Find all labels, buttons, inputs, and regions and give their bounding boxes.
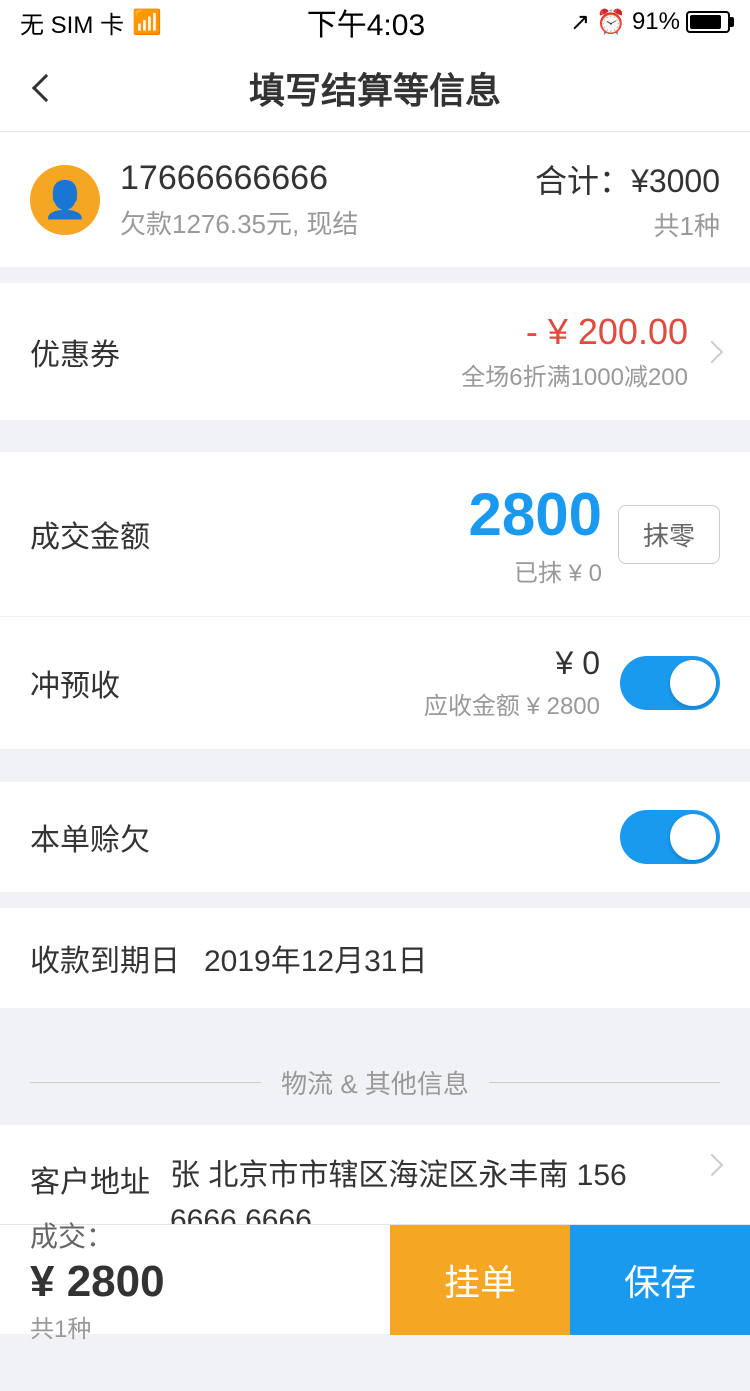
erased-wrap: 2800 已抹 ¥ 0: [469, 480, 602, 588]
avatar-icon: 👤: [43, 179, 88, 221]
chevron-right-icon: [701, 340, 724, 363]
debt-row: 本单赊欠: [0, 782, 750, 892]
battery-percent: 91%: [632, 8, 680, 36]
carrier-text: 无 SIM 卡: [20, 5, 124, 40]
user-sub-text: 欠款1276.35元, 现结: [120, 204, 358, 241]
logistics-title: 物流 & 其他信息: [281, 1064, 469, 1101]
prepay-label: 冲预收: [30, 661, 120, 705]
save-button[interactable]: 保存: [570, 1225, 750, 1335]
duedate-row: 收款到期日 2019年12月31日: [0, 908, 750, 1008]
deal-amount-value: 2800: [469, 481, 602, 548]
address-chevron-icon: [696, 1157, 720, 1173]
bottom-bar: 成交： ¥ 2800 共1种 挂单 保存: [0, 1224, 750, 1334]
deal-amount-row: 成交金额 2800 已抹 ¥ 0 抹零: [0, 452, 750, 617]
back-button[interactable]: [24, 66, 68, 110]
logistics-header: 物流 & 其他信息: [0, 1040, 750, 1125]
total-amount: 合计：¥3000: [535, 156, 720, 202]
bottom-left: 成交： ¥ 2800 共1种: [0, 1215, 390, 1344]
back-icon: [32, 73, 60, 101]
prepay-toggle-knob: [670, 660, 716, 706]
status-bar-left: 无 SIM 卡 📶: [20, 5, 162, 40]
prepay-amount-wrap: ¥ 0 应收金额 ¥ 2800: [424, 645, 600, 721]
bottom-deal-label: 成交：: [30, 1215, 360, 1255]
logistics-line-right: [489, 1082, 720, 1083]
section-divider-1: [0, 436, 750, 452]
coupon-right: - ¥ 200.00 全场6折满1000减200: [461, 311, 720, 392]
prepay-amount: ¥ 0: [424, 645, 600, 682]
alarm-icon: ⏰: [596, 8, 626, 37]
section-divider-3: [0, 1024, 750, 1040]
prepay-toggle[interactable]: [620, 656, 720, 710]
nav-bar: 填写结算等信息: [0, 44, 750, 132]
debt-label: 本单赊欠: [30, 815, 150, 859]
status-bar-time: 下午4:03: [307, 0, 425, 44]
user-card: 👤 17666666666 欠款1276.35元, 现结 合计：¥3000 共1…: [0, 132, 750, 267]
battery-icon: [686, 11, 730, 33]
coupon-amount: - ¥ 200.00: [461, 311, 688, 353]
duedate-value: 2019年12月31日: [204, 936, 427, 980]
debt-toggle-knob: [670, 814, 716, 860]
round-zero-button[interactable]: 抹零: [618, 505, 720, 564]
prepay-desc: 应收金额 ¥ 2800: [424, 686, 600, 721]
coupon-label: 优惠券: [30, 330, 120, 374]
content: 👤 17666666666 欠款1276.35元, 现结 合计：¥3000 共1…: [0, 132, 750, 1391]
section-divider-2: [0, 766, 750, 782]
prepay-row: 冲预收 ¥ 0 应收金额 ¥ 2800: [0, 617, 750, 750]
wifi-icon: 📶: [132, 8, 162, 37]
location-icon: ↗: [570, 8, 590, 37]
avatar: 👤: [30, 165, 100, 235]
prepay-right: ¥ 0 应收金额 ¥ 2800: [424, 645, 720, 721]
deal-amount-section: 成交金额 2800 已抹 ¥ 0 抹零 冲预收 ¥ 0 应收金额 ¥ 2800: [0, 452, 750, 750]
user-right: 合计：¥3000 共1种: [535, 156, 720, 243]
address-label: 客户地址: [30, 1157, 150, 1201]
page-title: 填写结算等信息: [249, 62, 501, 114]
coupon-value-wrap: - ¥ 200.00 全场6折满1000减200: [461, 311, 688, 392]
deal-amount-label: 成交金额: [30, 512, 150, 556]
status-bar-right: ↗ ⏰ 91%: [570, 8, 730, 37]
hang-button[interactable]: 挂单: [390, 1225, 570, 1335]
status-bar: 无 SIM 卡 📶 下午4:03 ↗ ⏰ 91%: [0, 0, 750, 44]
erased-text: 已抹 ¥ 0: [469, 553, 602, 588]
logistics-line-left: [30, 1082, 261, 1083]
duedate-label: 收款到期日: [30, 936, 180, 980]
coupon-row[interactable]: 优惠券 - ¥ 200.00 全场6折满1000减200: [0, 283, 750, 420]
address-chevron-right: [701, 1154, 724, 1177]
user-info: 17666666666 欠款1276.35元, 现结: [120, 159, 358, 241]
coupon-desc: 全场6折满1000减200: [461, 357, 688, 392]
bottom-amount: ¥ 2800: [30, 1257, 360, 1307]
deal-amount-value-wrap: 2800 已抹 ¥ 0 抹零: [469, 480, 721, 588]
user-phone: 17666666666: [120, 159, 358, 198]
total-count: 共1种: [535, 206, 720, 243]
debt-toggle[interactable]: [620, 810, 720, 864]
user-left: 👤 17666666666 欠款1276.35元, 现结: [30, 159, 358, 241]
